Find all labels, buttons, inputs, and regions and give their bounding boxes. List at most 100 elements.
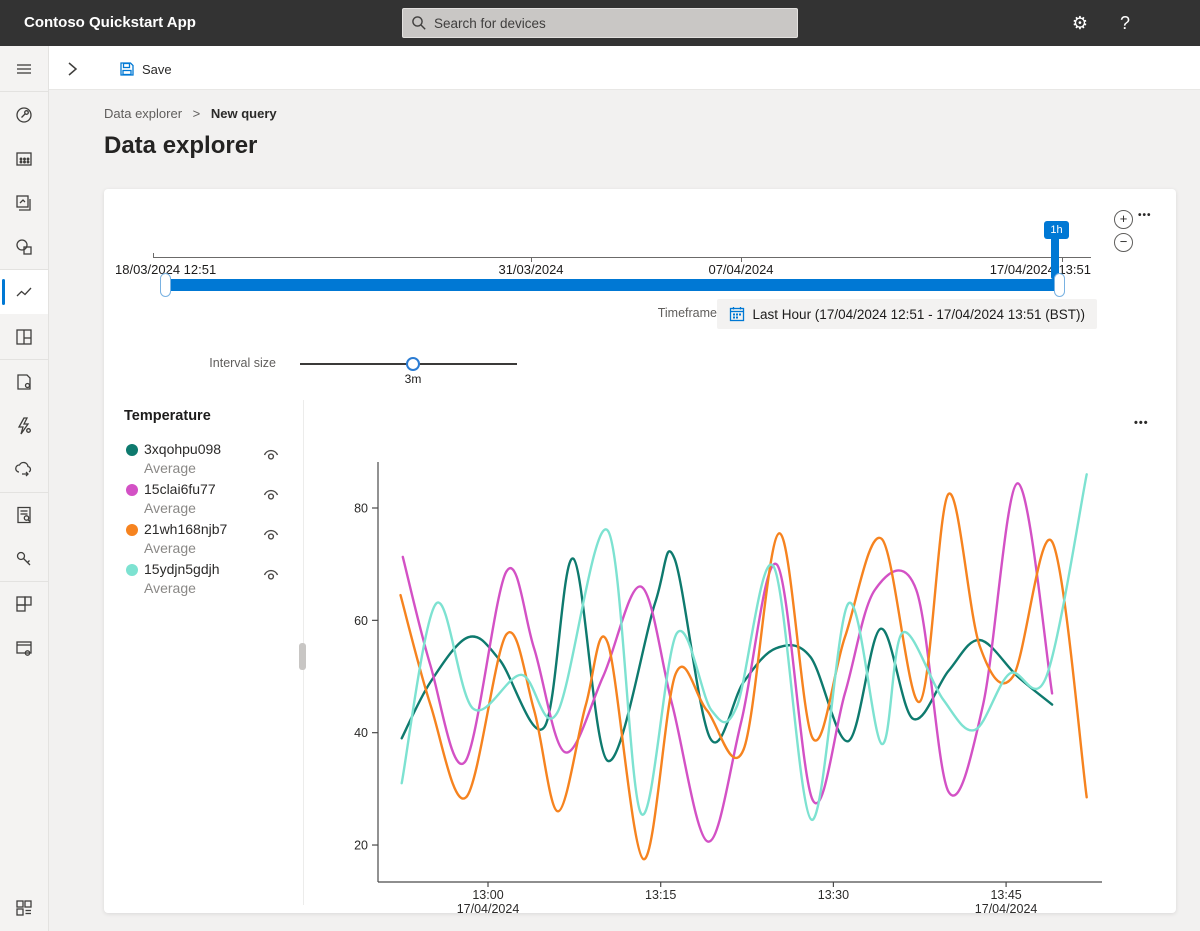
legend-title: Temperature [124,408,211,424]
sidebar-item-data-explorer[interactable] [0,270,48,314]
sidebar-item-device-groups[interactable] [0,225,48,269]
sidebar-item-menu[interactable] [0,46,48,92]
breadcrumb-separator-icon: > [192,106,201,121]
save-label: Save [142,61,172,77]
device-groups-icon [16,239,32,255]
permissions-icon [16,551,31,566]
timeline-mid-label-2: 07/04/2024 [708,262,774,277]
expand-nav-button[interactable] [59,56,85,82]
data-explorer-icon [16,287,32,297]
sidebar-item-permissions[interactable] [0,537,48,581]
jobs-icon [17,374,31,390]
visibility-eye-icon[interactable] [262,567,280,583]
sidebar-item-app-launcher[interactable] [0,886,48,930]
app-launcher-icon [16,900,32,916]
series-color-dot [126,524,138,536]
legend-device-name: 3xqohpu098 [144,441,222,457]
help-icon[interactable]: ? [1114,12,1136,34]
svg-text:13:00: 13:00 [472,888,503,902]
app-title: Contoso Quickstart App [24,14,196,31]
timeline-range-bar[interactable] [165,279,1060,291]
menu-icon [17,63,31,74]
page-content: Data explorer > New query Data explorer … [49,90,1200,931]
sidebar-item-devices[interactable] [0,137,48,181]
dashboards-icon [16,329,32,345]
sidebar-item-rules[interactable] [0,404,48,448]
visibility-eye-icon[interactable] [262,447,280,463]
chart-area: 20 40 60 80 13:00 17/04/2024 13:15 13:30 13:45 17… [310,395,1160,916]
device-search[interactable] [402,8,798,38]
svg-text:13:45: 13:45 [990,888,1021,902]
settings-gear-icon[interactable]: ⚙ [1069,12,1091,34]
timeline-handle-left[interactable] [160,273,171,297]
timeline-selection-badge[interactable]: 1h [1044,221,1069,239]
breadcrumb: Data explorer > New query [104,106,277,121]
zoom-out-button[interactable]: − [1114,233,1133,252]
customization-icon [16,641,32,656]
visibility-eye-icon[interactable] [262,487,280,503]
legend-aggregation: Average [144,460,196,476]
timeline-mid-label-1: 31/03/2024 [498,262,564,277]
sidebar-item-jobs[interactable] [0,360,48,404]
query-card: 18/03/2024 12:51 31/03/2024 07/04/2024 1… [104,189,1176,916]
top-bar: Contoso Quickstart App ⚙ ? [0,0,1200,46]
search-icon [412,16,426,30]
timeframe-button[interactable]: Last Hour (17/04/2024 12:51 - 17/04/2024… [716,299,1097,329]
save-icon [120,62,134,76]
series-color-dot [126,564,138,576]
sidebar-item-overview[interactable] [0,93,48,137]
sidebar-item-device-templates[interactable] [0,181,48,225]
legend-aggregation: Average [144,500,196,516]
chevron-right-icon [68,62,78,76]
page-title: Data explorer [104,132,258,159]
selected-indicator [2,279,5,305]
interval-size-value: 3m [404,372,422,386]
sidebar-item-organizations[interactable] [0,582,48,626]
command-bar: Save [49,46,1200,90]
temperature-chart: 2040608013:0017/04/202413:15 13:30 13:4517… [354,462,1102,916]
svg-text:40: 40 [354,726,368,740]
timeframe-label: Timeframe [657,306,717,320]
rules-icon [17,417,31,435]
devices-icon [16,152,32,166]
timeline-handle-right[interactable] [1054,273,1065,297]
breadcrumb-new-query: New query [210,106,277,121]
series-color-dot [126,484,138,496]
timeline-end-label: 17/04/2024 13:51 [989,262,1091,277]
interval-slider-handle[interactable] [406,357,420,371]
svg-text:60: 60 [354,614,368,628]
legend-aggregation: Average [144,580,196,596]
calendar-icon [729,307,744,322]
interval-size-label: Interval size [209,356,276,370]
breadcrumb-data-explorer[interactable]: Data explorer [104,106,182,121]
legend-aggregation: Average [144,540,196,556]
timeline-axis [153,257,1091,258]
legend-device-name: 15clai6fu77 [144,481,216,497]
sidebar-item-dashboards[interactable] [0,315,48,359]
legend-device-name: 21wh168njb7 [144,521,228,537]
sidebar-item-data-export[interactable] [0,448,48,492]
svg-text:20: 20 [354,839,368,853]
legend-item: 15clai6fu77 Average [124,481,284,519]
legend-item: 3xqohpu098 Average [124,441,284,479]
data-export-icon [15,461,32,477]
sidebar-item-customization[interactable] [0,626,48,670]
svg-text:13:30: 13:30 [818,888,849,902]
nav-rail [0,46,49,931]
svg-text:17/04/2024: 17/04/2024 [457,902,520,913]
timeline-more-button[interactable]: ••• [1138,210,1152,221]
overview-icon [16,107,32,123]
sidebar-item-audit-logs[interactable] [0,493,48,537]
organizations-icon [16,596,32,612]
legend-item: 21wh168njb7 Average [124,521,284,559]
series-color-dot [126,444,138,456]
device-templates-icon [16,195,31,211]
svg-text:17/04/2024: 17/04/2024 [975,902,1038,913]
search-input[interactable] [434,15,789,31]
save-button[interactable]: Save [113,55,178,83]
legend-scrollbar-thumb[interactable] [299,643,306,670]
visibility-eye-icon[interactable] [262,527,280,543]
zoom-in-button[interactable]: + [1114,210,1133,229]
audit-logs-icon [17,506,31,524]
legend-device-name: 15ydjn5gdjh [144,561,220,577]
